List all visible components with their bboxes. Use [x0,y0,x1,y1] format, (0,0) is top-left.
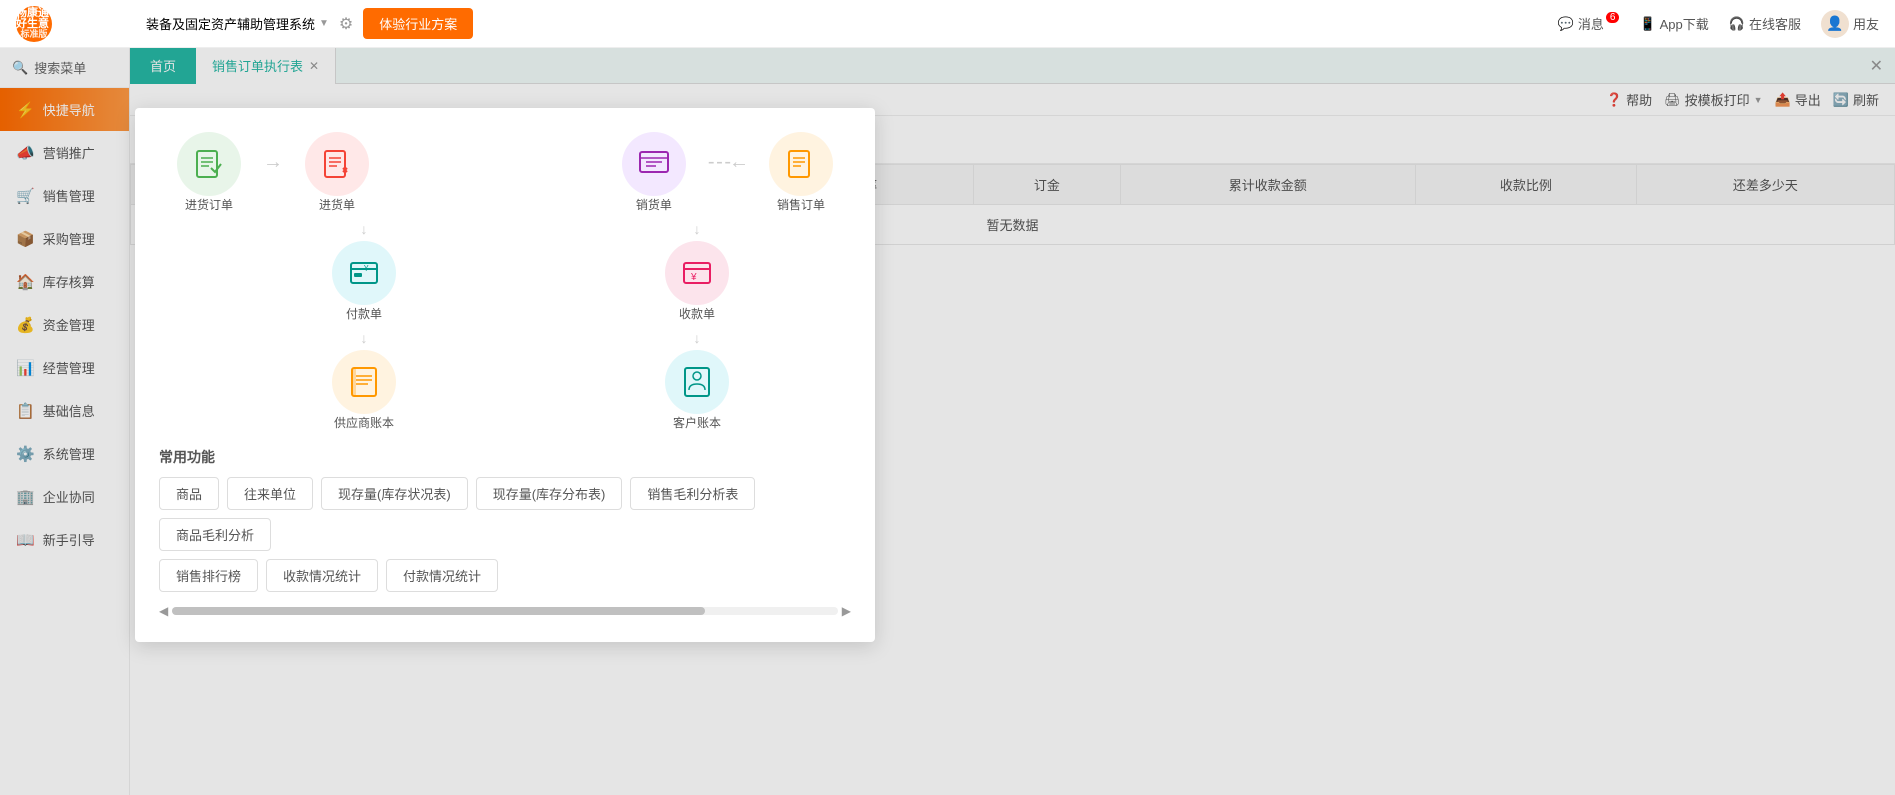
func-btn-sales-ranking[interactable]: 销售排行榜 [159,559,258,592]
dropdown-arrow-icon: ▼ [319,18,329,29]
purchase-order-circle [177,132,241,196]
receipt-circle: ¥ [665,241,729,305]
func-row-1: 商品 往来单位 现存量(库存状况表) 现存量(库存分布表) 销售毛利分析表 商品… [159,477,851,551]
logo-icon: 畅康通好生意 标准版 [16,6,52,42]
func-btn-partners[interactable]: 往来单位 [227,477,313,510]
sales-bill-icon [638,148,670,180]
supplier-ledger-icon [348,366,380,398]
message-action[interactable]: 💬 消息 6 [1558,14,1620,33]
sales-order-circle [769,132,833,196]
flow-row-3: 供应商账本 客户账本 [159,350,851,431]
receipt-icon: ¥ [681,257,713,289]
supplier-ledger-label: 供应商账本 [334,414,394,431]
trial-button[interactable]: 体验行业方案 [363,8,473,39]
purchase-bill-label: 进货单 [319,196,355,213]
common-functions: 常用功能 商品 往来单位 现存量(库存状况表) 现存量(库存分布表) 销售毛利分… [159,447,851,592]
purchase-order-icon [193,148,225,180]
online-service-action[interactable]: 🎧 在线客服 [1729,14,1801,33]
func-btn-inventory-status[interactable]: 现存量(库存状况表) [321,477,468,510]
customer-ledger-circle [665,350,729,414]
flow-item-customer-ledger[interactable]: 客户账本 [647,350,747,431]
flow-item-sales-bill[interactable]: 销货单 [604,132,704,213]
down-arrow-customer: ↓ [647,330,747,346]
message-badge: 6 [1606,12,1620,23]
phone-icon: 📱 [1639,16,1655,32]
purchase-order-label: 进货订单 [185,196,233,213]
func-btn-goods-profit[interactable]: 商品毛利分析 [159,518,271,551]
common-functions-title: 常用功能 [159,447,851,467]
func-row-2: 销售排行榜 收款情况统计 付款情况统计 [159,559,851,592]
flow-row-1: 进货订单 → [159,132,851,213]
down-arrow-supplier: ↓ [314,330,414,346]
sales-bill-circle [622,132,686,196]
down-arrow-payment: ↓ [314,221,414,237]
svg-text:¥: ¥ [363,264,369,273]
scrollbar-track[interactable] [172,607,838,615]
receipt-label: 收款单 [679,305,715,322]
flow-row-2: ¥ 付款单 ¥ [159,241,851,322]
down-arrows-row: ↓ ↓ [159,221,851,237]
logo-area: 畅康通好生意 标准版 [16,6,136,42]
scroll-right-icon[interactable]: ▶ [842,604,851,618]
top-header: 畅康通好生意 标准版 装备及固定资产辅助管理系统 ▼ ⚙ 体验行业方案 💬 消息… [0,0,1895,48]
flow-item-payment[interactable]: ¥ 付款单 [314,241,414,322]
down-arrows-row2: ↓ ↓ [159,330,851,346]
system-selector[interactable]: 装备及固定资产辅助管理系统 ▼ [146,14,329,33]
customer-ledger-icon [681,366,713,398]
flow-item-purchase-order[interactable]: 进货订单 [159,132,259,213]
purchase-bill-icon [321,148,353,180]
arrow-dashed-1: - - -← [704,151,751,174]
message-icon: 💬 [1558,16,1574,32]
flow-item-purchase-bill[interactable]: 进货单 [287,132,387,213]
flow-item-receipt[interactable]: ¥ 收款单 [647,241,747,322]
arrow-1: → [259,151,287,174]
scrollbar-thumb [172,607,704,615]
headset-icon: 🎧 [1729,16,1745,32]
dialog-scrollbar: ◀ ▶ [159,604,851,618]
flow-item-sales-order[interactable]: 销售订单 [751,132,851,213]
supplier-ledger-circle [332,350,396,414]
sales-order-icon [785,148,817,180]
scroll-left-icon[interactable]: ◀ [159,604,168,618]
purchase-bill-circle [305,132,369,196]
payment-icon: ¥ [348,257,380,289]
customer-ledger-label: 客户账本 [673,414,721,431]
sales-order-label: 销售订单 [777,196,825,213]
flow-item-supplier-ledger[interactable]: 供应商账本 [314,350,414,431]
down-arrow-receipt: ↓ [647,221,747,237]
payment-circle: ¥ [332,241,396,305]
func-btn-goods[interactable]: 商品 [159,477,219,510]
quick-dialog: 进货订单 → [135,108,875,642]
settings-icon[interactable]: ⚙ [339,14,353,34]
svg-text:¥: ¥ [690,272,697,283]
func-btn-sales-profit[interactable]: 销售毛利分析表 [630,477,755,510]
app-download-action[interactable]: 📱 App下载 [1639,14,1708,33]
payment-label: 付款单 [346,305,382,322]
func-btn-payment-stats[interactable]: 付款情况统计 [386,559,498,592]
func-btn-inventory-dist[interactable]: 现存量(库存分布表) [476,477,623,510]
overlay: 进货订单 → [0,48,1895,795]
sales-bill-label: 销货单 [636,196,672,213]
user-menu[interactable]: 👤 用友 [1821,10,1879,38]
system-title: 装备及固定资产辅助管理系统 [146,14,315,33]
avatar: 👤 [1821,10,1849,38]
func-btn-receipt-stats[interactable]: 收款情况统计 [266,559,378,592]
